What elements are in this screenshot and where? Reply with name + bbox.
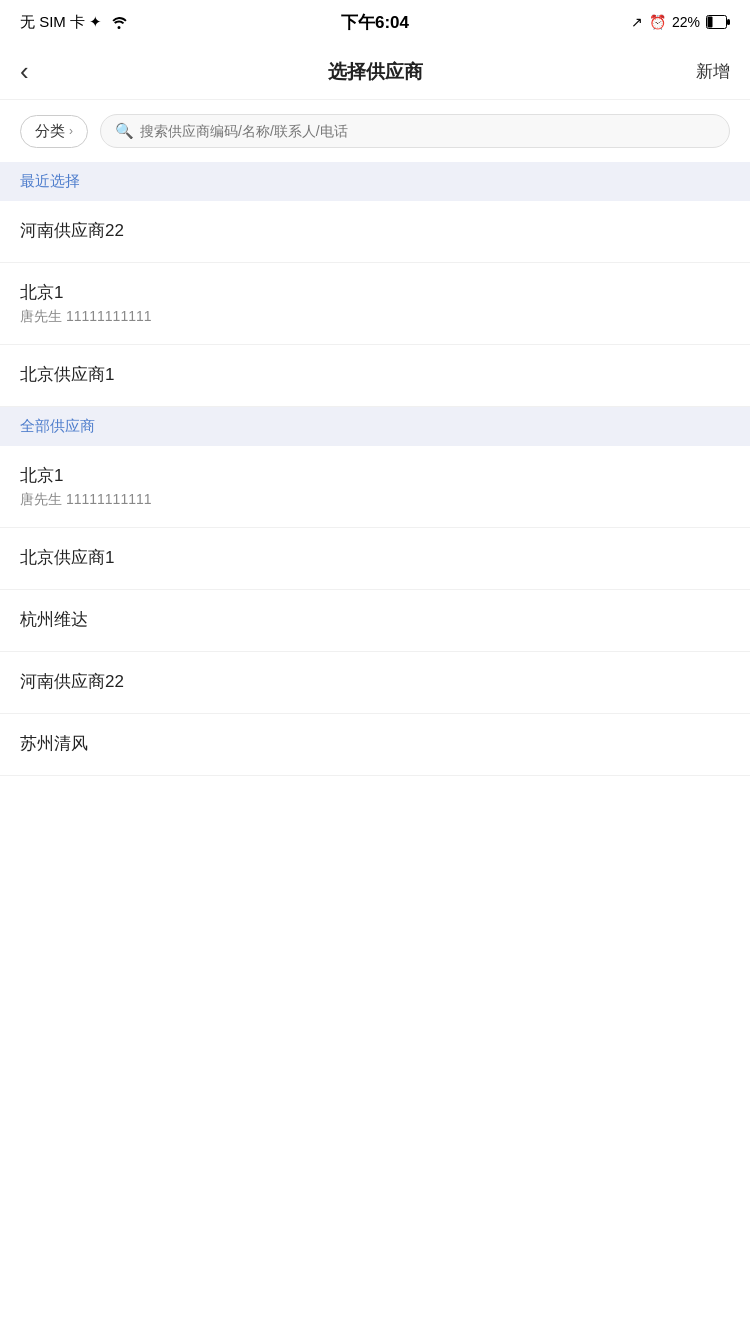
- category-label: 分类: [35, 122, 65, 141]
- filter-bar: 分类 › 🔍: [0, 100, 750, 162]
- recent-section-label: 最近选择: [20, 172, 80, 189]
- list-item[interactable]: 北京供应商1: [0, 345, 750, 407]
- category-button[interactable]: 分类 ›: [20, 115, 88, 148]
- location-icon: ↗: [631, 14, 643, 30]
- item-name: 河南供应商22: [20, 670, 730, 693]
- all-list: 北京1 唐先生 11111111111 北京供应商1 杭州维达河南供应商22 苏州清风: [0, 446, 750, 776]
- chevron-right-icon: ›: [69, 124, 73, 138]
- list-item[interactable]: 北京供应商1: [0, 528, 750, 590]
- search-input[interactable]: [140, 123, 715, 139]
- item-name: 北京供应商1: [20, 546, 730, 569]
- add-button[interactable]: 新增: [670, 60, 730, 83]
- item-name: 杭州维达: [20, 608, 730, 631]
- item-contact: 唐先生 11111111111: [20, 308, 730, 326]
- list-item[interactable]: 北京1 唐先生 11111111111: [0, 263, 750, 345]
- status-bar: 无 SIM 卡 ✦ 下午6:04 ↗ ⏰ 22%: [0, 0, 750, 44]
- item-name: 河南供应商22: [20, 219, 730, 242]
- search-icon: 🔍: [115, 122, 134, 140]
- item-name: 北京1: [20, 281, 730, 304]
- list-item[interactable]: 北京1 唐先生 11111111111: [0, 446, 750, 528]
- item-name: 北京供应商1: [20, 363, 730, 386]
- wifi-icon: [110, 15, 128, 29]
- alarm-icon: ⏰: [649, 14, 666, 30]
- back-button[interactable]: ‹: [20, 56, 80, 87]
- list-item[interactable]: 杭州维达: [0, 590, 750, 652]
- svg-rect-1: [708, 17, 713, 28]
- item-name: 北京1: [20, 464, 730, 487]
- item-name: 苏州清风: [20, 732, 730, 755]
- all-section-header: 全部供应商: [0, 407, 750, 446]
- list-item[interactable]: 河南供应商22: [0, 652, 750, 714]
- status-right: ↗ ⏰ 22%: [631, 14, 730, 30]
- all-section-label: 全部供应商: [20, 417, 95, 434]
- recent-section-header: 最近选择: [0, 162, 750, 201]
- status-time: 下午6:04: [341, 11, 409, 34]
- item-contact: 唐先生 11111111111: [20, 491, 730, 509]
- list-item[interactable]: 苏州清风: [0, 714, 750, 776]
- battery-icon: [706, 15, 730, 29]
- list-item[interactable]: 河南供应商22: [0, 201, 750, 263]
- page-title: 选择供应商: [328, 59, 423, 85]
- search-box[interactable]: 🔍: [100, 114, 730, 148]
- recent-list: 河南供应商22 北京1 唐先生 11111111111 北京供应商1: [0, 201, 750, 407]
- nav-bar: ‹ 选择供应商 新增: [0, 44, 750, 100]
- svg-rect-2: [727, 19, 730, 25]
- no-sim-label: 无 SIM 卡 ✦: [20, 13, 102, 32]
- status-left: 无 SIM 卡 ✦: [20, 13, 128, 32]
- battery-label: 22%: [672, 14, 700, 30]
